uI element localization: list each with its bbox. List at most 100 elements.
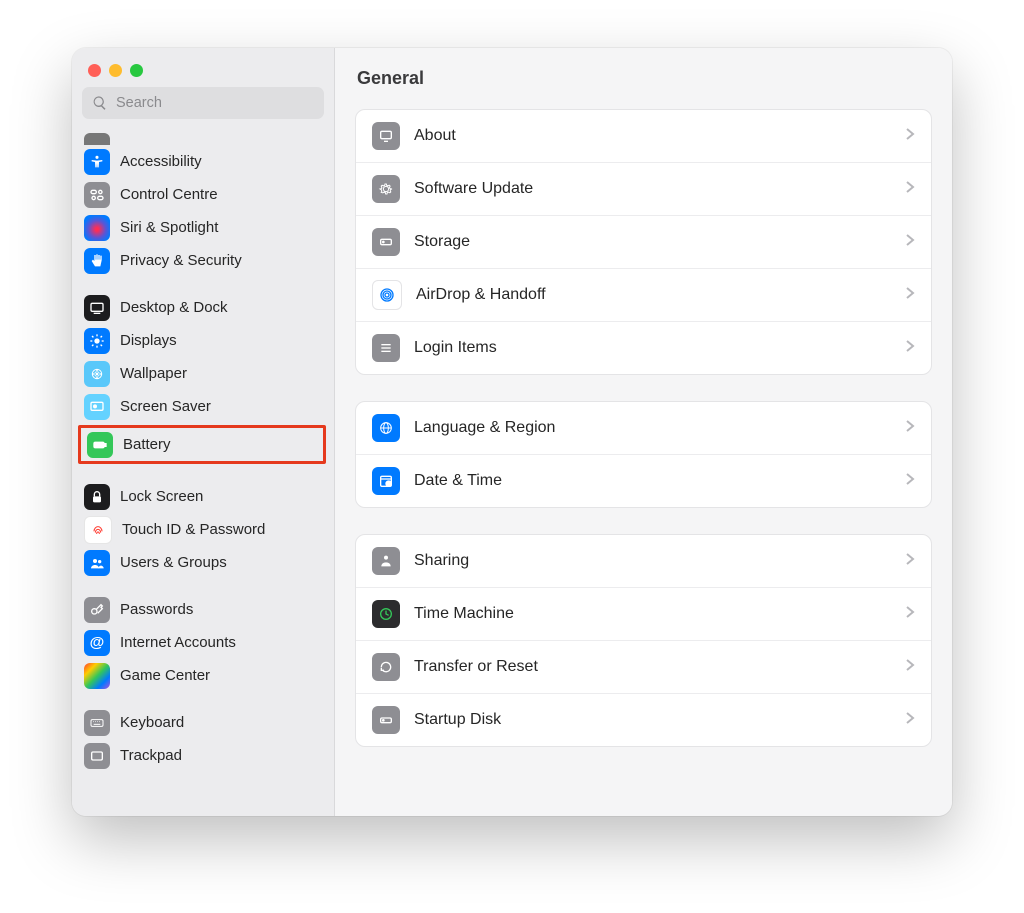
hand-icon [84,248,110,274]
sidebar-item-internet-accounts[interactable]: @ Internet Accounts [72,626,334,659]
sidebar-item-label: Game Center [120,667,210,684]
sidebar-item-users-groups[interactable]: Users & Groups [72,546,334,579]
screen-saver-icon [84,394,110,420]
row-language-region[interactable]: Language & Region [356,402,931,454]
control-centre-icon [84,182,110,208]
fullscreen-button[interactable] [130,64,143,77]
sidebar-divider [72,277,334,291]
chevron-right-icon [905,286,915,305]
sidebar-item-label: Touch ID & Password [122,521,265,538]
sidebar-divider [72,579,334,593]
desktop-dock-icon [84,295,110,321]
time-machine-icon [372,600,400,628]
gear-icon [372,175,400,203]
row-sharing[interactable]: Sharing [356,535,931,587]
fingerprint-icon [84,516,112,544]
chevron-right-icon [905,605,915,624]
sidebar-item-privacy-security[interactable]: Privacy & Security [72,244,334,277]
at-icon: @ [84,630,110,656]
about-icon [372,122,400,150]
sidebar-item-label: Trackpad [120,747,182,764]
system-settings-window: Accessibility Control Centre Siri & Spot… [72,48,952,816]
row-label: Date & Time [414,472,905,490]
row-label: About [414,127,905,145]
storage-icon [372,228,400,256]
sidebar-item-label: Keyboard [120,714,184,731]
sidebar-item-label: Screen Saver [120,398,211,415]
close-button[interactable] [88,64,101,77]
sidebar-item-label: Battery [123,436,171,453]
key-icon [84,597,110,623]
sidebar-item-cropped [72,127,334,145]
search-field[interactable] [82,87,324,119]
sidebar: Accessibility Control Centre Siri & Spot… [72,48,335,816]
sidebar-item-label: Accessibility [120,153,202,170]
sidebar-item-lock-screen[interactable]: Lock Screen [72,480,334,513]
chevron-right-icon [905,233,915,252]
startup-disk-icon [372,706,400,734]
wallpaper-icon [84,361,110,387]
row-date-time[interactable]: Date & Time [356,454,931,507]
sidebar-item-label: Users & Groups [120,554,227,571]
content-pane: General About Software Update [335,48,952,816]
minimize-button[interactable] [109,64,122,77]
battery-icon [87,432,113,458]
transfer-reset-icon [372,653,400,681]
sidebar-item-siri-spotlight[interactable]: Siri & Spotlight [72,211,334,244]
sidebar-item-trackpad[interactable]: Trackpad [72,739,334,772]
sidebar-item-label: Control Centre [120,186,218,203]
sidebar-item-displays[interactable]: Displays [72,324,334,357]
game-center-icon [84,663,110,689]
row-label: Transfer or Reset [414,658,905,676]
displays-icon [84,328,110,354]
row-about[interactable]: About [356,110,931,162]
row-label: Login Items [414,339,905,357]
sidebar-list: Accessibility Control Centre Siri & Spot… [72,127,334,816]
chevron-right-icon [905,711,915,730]
sidebar-item-touch-id[interactable]: Touch ID & Password [72,513,334,546]
chevron-right-icon [905,552,915,571]
search-input[interactable] [114,94,314,112]
row-startup-disk[interactable]: Startup Disk [356,693,931,746]
row-label: Startup Disk [414,711,905,729]
sidebar-item-keyboard[interactable]: Keyboard [72,706,334,739]
sidebar-item-label: Internet Accounts [120,634,236,651]
cropped-icon [84,133,110,145]
sidebar-item-control-centre[interactable]: Control Centre [72,178,334,211]
settings-group: About Software Update Storage [355,109,932,375]
sidebar-item-battery-highlight: Battery [78,425,326,464]
sidebar-item-passwords[interactable]: Passwords [72,593,334,626]
chevron-right-icon [905,180,915,199]
calendar-clock-icon [372,467,400,495]
sidebar-item-wallpaper[interactable]: Wallpaper [72,357,334,390]
keyboard-icon [84,710,110,736]
row-login-items[interactable]: Login Items [356,321,931,374]
window-controls [72,48,334,87]
row-label: Software Update [414,180,905,198]
row-storage[interactable]: Storage [356,215,931,268]
login-items-icon [372,334,400,362]
sidebar-item-label: Wallpaper [120,365,187,382]
sidebar-divider [72,692,334,706]
row-label: AirDrop & Handoff [416,286,905,304]
sidebar-item-battery[interactable]: Battery [81,428,323,461]
row-airdrop-handoff[interactable]: AirDrop & Handoff [356,268,931,321]
sidebar-item-game-center[interactable]: Game Center [72,659,334,692]
airdrop-icon [372,280,402,310]
row-transfer-reset[interactable]: Transfer or Reset [356,640,931,693]
row-software-update[interactable]: Software Update [356,162,931,215]
settings-group: Language & Region Date & Time [355,401,932,508]
sidebar-item-screen-saver[interactable]: Screen Saver [72,390,334,423]
row-label: Sharing [414,552,905,570]
row-label: Storage [414,233,905,251]
sidebar-item-desktop-dock[interactable]: Desktop & Dock [72,291,334,324]
sidebar-item-label: Displays [120,332,177,349]
chevron-right-icon [905,658,915,677]
trackpad-icon [84,743,110,769]
sidebar-item-accessibility[interactable]: Accessibility [72,145,334,178]
row-time-machine[interactable]: Time Machine [356,587,931,640]
sidebar-item-label: Desktop & Dock [120,299,228,316]
sidebar-item-label: Lock Screen [120,488,203,505]
accessibility-icon [84,149,110,175]
content-header: General [335,48,952,101]
